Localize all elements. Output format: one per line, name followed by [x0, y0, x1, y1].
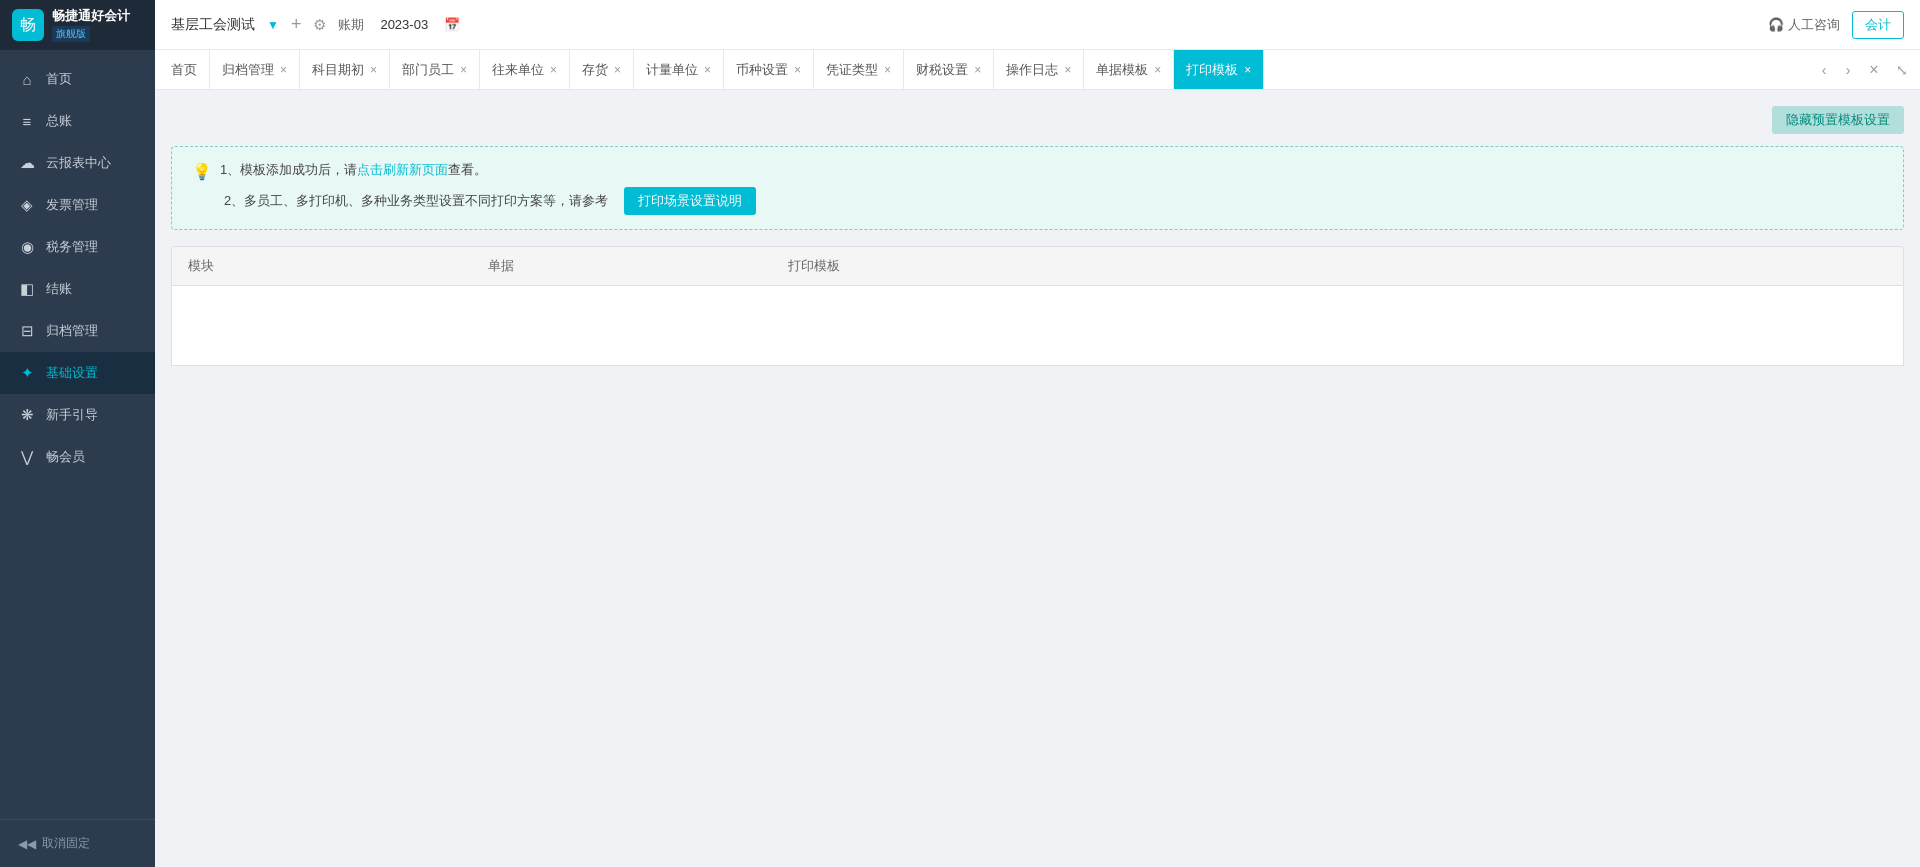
sidebar-item-reports[interactable]: ☁ 云报表中心 — [0, 142, 155, 184]
col-template: 打印模板 — [772, 257, 1903, 275]
invoice-icon: ◈ — [18, 196, 36, 214]
period-value: 2023-03 — [380, 17, 428, 32]
tab-prev-btn[interactable]: ‹ — [1812, 50, 1836, 90]
sidebar: 畅 畅捷通好会计 旗舰版 ⌂ 首页 ≡ 总账 ☁ 云报表中心 ◈ 发票管理 ◉ — [0, 0, 155, 867]
closing-icon: ◧ — [18, 280, 36, 298]
tab-printtemplate[interactable]: 打印模板 × — [1174, 50, 1264, 90]
add-company-icon[interactable]: + — [291, 14, 302, 35]
tab-close-vouchertemplate[interactable]: × — [1154, 63, 1161, 77]
sidebar-item-guide[interactable]: ❋ 新手引导 — [0, 394, 155, 436]
tab-expand-btn[interactable]: ⤡ — [1888, 50, 1916, 90]
tab-close-inventory[interactable]: × — [614, 63, 621, 77]
sidebar-unpin[interactable]: ◀◀ 取消固定 — [0, 819, 155, 867]
tab-department[interactable]: 部门员工 × — [390, 50, 480, 90]
info-box: 💡 1、模板添加成功后，请点击刷新新页面查看。 2、多员工、多打印机、多种业务类… — [171, 146, 1904, 230]
account-button[interactable]: 会计 — [1852, 11, 1904, 39]
sidebar-item-closing[interactable]: ◧ 结账 — [0, 268, 155, 310]
sidebar-nav: ⌂ 首页 ≡ 总账 ☁ 云报表中心 ◈ 发票管理 ◉ 税务管理 ◧ 结账 ⊟ — [0, 50, 155, 819]
header-left: 基层工会测试 ▼ + ⚙ 账期 2023-03 📅 — [171, 14, 460, 35]
table-body — [171, 286, 1904, 366]
tab-partner[interactable]: 往来单位 × — [480, 50, 570, 90]
settings-gear-icon[interactable]: ⚙ — [313, 16, 326, 34]
sidebar-item-tax[interactable]: ◉ 税务管理 — [0, 226, 155, 268]
settings-icon: ✦ — [18, 364, 36, 382]
tab-currency[interactable]: 币种设置 × — [724, 50, 814, 90]
header-right: 🎧 人工咨询 会计 — [1768, 11, 1904, 39]
tab-voucher[interactable]: 凭证类型 × — [814, 50, 904, 90]
sidebar-item-settings[interactable]: ✦ 基础设置 — [0, 352, 155, 394]
table-header: 模块 单据 打印模板 — [171, 246, 1904, 286]
sidebar-logo: 畅 畅捷通好会计 旗舰版 — [0, 0, 155, 50]
tab-close-printtemplate[interactable]: × — [1244, 63, 1251, 77]
info-text-2: 2、多员工、多打印机、多种业务类型设置不同打印方案等，请参考 — [224, 192, 608, 210]
tab-close-department[interactable]: × — [460, 63, 467, 77]
tab-close-oplog[interactable]: × — [1064, 63, 1071, 77]
unpin-icon: ◀◀ — [18, 837, 36, 851]
tab-vouchertemplate[interactable]: 单据模板 × — [1084, 50, 1174, 90]
page-content: 隐藏预置模板设置 💡 1、模板添加成功后，请点击刷新新页面查看。 2、多员工、多… — [155, 90, 1920, 867]
tab-measure[interactable]: 计量单位 × — [634, 50, 724, 90]
guide-icon: ❋ — [18, 406, 36, 424]
hide-template-button[interactable]: 隐藏预置模板设置 — [1772, 106, 1904, 134]
bulb-icon: 💡 — [192, 162, 212, 181]
sidebar-item-home[interactable]: ⌂ 首页 — [0, 58, 155, 100]
app-logo-text: 畅捷通好会计 旗舰版 — [52, 8, 130, 43]
tab-close-archive[interactable]: × — [280, 63, 287, 77]
tab-close-partner[interactable]: × — [550, 63, 557, 77]
tab-bar: 首页 归档管理 × 科目期初 × 部门员工 × 往来单位 × 存货 × 计量 — [155, 50, 1920, 90]
col-module: 模块 — [172, 257, 472, 275]
archive-icon: ⊟ — [18, 322, 36, 340]
company-name: 基层工会测试 — [171, 16, 255, 34]
tab-oplog[interactable]: 操作日志 × — [994, 50, 1084, 90]
refresh-link[interactable]: 点击刷新新页面 — [357, 162, 448, 177]
hide-template-container: 隐藏预置模板设置 — [171, 106, 1904, 134]
col-document: 单据 — [472, 257, 772, 275]
print-guide-button[interactable]: 打印场景设置说明 — [624, 187, 756, 215]
member-icon: ⋁ — [18, 448, 36, 466]
ledger-icon: ≡ — [18, 112, 36, 130]
info-text-1: 1、模板添加成功后，请点击刷新新页面查看。 — [220, 161, 487, 179]
sidebar-item-archive[interactable]: ⊟ 归档管理 — [0, 310, 155, 352]
tab-close-all-btn[interactable]: × — [1860, 50, 1888, 90]
print-template-table: 模块 单据 打印模板 — [171, 246, 1904, 366]
tab-close-subjects[interactable]: × — [370, 63, 377, 77]
info-row-2: 2、多员工、多打印机、多种业务类型设置不同打印方案等，请参考 打印场景设置说明 — [192, 187, 1883, 215]
sidebar-item-ledger[interactable]: ≡ 总账 — [0, 100, 155, 142]
tab-close-currency[interactable]: × — [794, 63, 801, 77]
customer-service-btn[interactable]: 🎧 人工咨询 — [1768, 16, 1840, 34]
home-icon: ⌂ — [18, 70, 36, 88]
tab-inventory[interactable]: 存货 × — [570, 50, 634, 90]
company-dropdown-icon[interactable]: ▼ — [267, 18, 279, 32]
tab-close-taxsetting[interactable]: × — [974, 63, 981, 77]
tab-close-voucher[interactable]: × — [884, 63, 891, 77]
sidebar-item-member[interactable]: ⋁ 畅会员 — [0, 436, 155, 478]
calendar-icon[interactable]: 📅 — [444, 17, 460, 32]
tax-icon: ◉ — [18, 238, 36, 256]
tab-close-measure[interactable]: × — [704, 63, 711, 77]
tab-taxsetting[interactable]: 财税设置 × — [904, 50, 994, 90]
headset-icon: 🎧 — [1768, 17, 1784, 32]
tab-home[interactable]: 首页 — [159, 50, 210, 90]
app-logo-icon: 畅 — [12, 9, 44, 41]
period-label: 账期 — [338, 16, 364, 34]
tab-subjects[interactable]: 科目期初 × — [300, 50, 390, 90]
top-header: 基层工会测试 ▼ + ⚙ 账期 2023-03 📅 🎧 人工咨询 会计 — [155, 0, 1920, 50]
cloud-icon: ☁ — [18, 154, 36, 172]
tab-archive[interactable]: 归档管理 × — [210, 50, 300, 90]
tab-next-btn[interactable]: › — [1836, 50, 1860, 90]
info-row-1: 💡 1、模板添加成功后，请点击刷新新页面查看。 — [192, 161, 1883, 181]
main-area: 基层工会测试 ▼ + ⚙ 账期 2023-03 📅 🎧 人工咨询 会计 首页 归… — [155, 0, 1920, 867]
sidebar-item-invoice[interactable]: ◈ 发票管理 — [0, 184, 155, 226]
